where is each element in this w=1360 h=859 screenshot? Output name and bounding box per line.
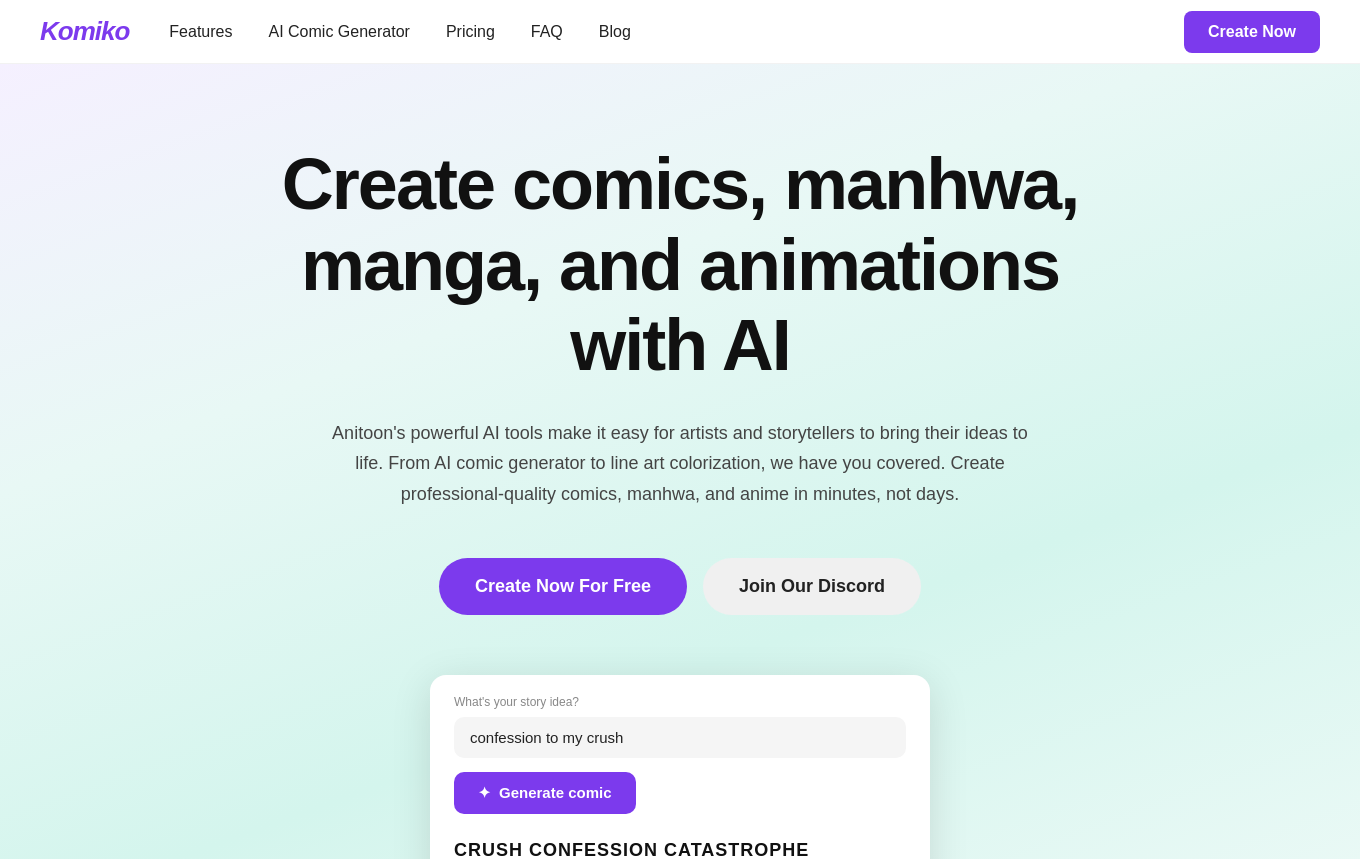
nav-create-now-button[interactable]: Create Now	[1184, 11, 1320, 53]
nav-item-pricing[interactable]: Pricing	[446, 23, 495, 41]
hero-buttons: Create Now For Free Join Our Discord	[439, 558, 921, 615]
navbar: Komiko Features AI Comic Generator Prici…	[0, 0, 1360, 64]
logo[interactable]: Komiko	[40, 16, 129, 47]
hero-subtitle: Anitoon's powerful AI tools make it easy…	[330, 418, 1030, 510]
nav-link-features[interactable]: Features	[169, 23, 232, 40]
demo-card-inner: What's your story idea? confession to my…	[430, 675, 930, 814]
demo-generate-label: Generate comic	[499, 784, 612, 801]
demo-input-value: confession to my crush	[454, 717, 906, 758]
hero-section: Create comics, manhwa, manga, and animat…	[0, 64, 1360, 859]
hero-title: Create comics, manhwa, manga, and animat…	[280, 144, 1080, 386]
logo-text: Komiko	[40, 16, 129, 47]
nav-link-blog[interactable]: Blog	[599, 23, 631, 40]
sparkle-icon: ✦	[478, 784, 491, 802]
nav-item-features[interactable]: Features	[169, 23, 232, 41]
nav-links: Features AI Comic Generator Pricing FAQ …	[169, 23, 1184, 41]
create-now-free-button[interactable]: Create Now For Free	[439, 558, 687, 615]
demo-input-label: What's your story idea?	[454, 695, 906, 709]
nav-link-ai-comic[interactable]: AI Comic Generator	[268, 23, 409, 40]
demo-generate-button[interactable]: ✦ Generate comic	[454, 772, 636, 814]
demo-comic-title: CRUSH CONFESSION CATASTROPHE	[430, 830, 930, 859]
demo-card: What's your story idea? confession to my…	[430, 675, 930, 859]
nav-item-blog[interactable]: Blog	[599, 23, 631, 41]
nav-item-ai-comic[interactable]: AI Comic Generator	[268, 23, 409, 41]
nav-link-faq[interactable]: FAQ	[531, 23, 563, 40]
nav-link-pricing[interactable]: Pricing	[446, 23, 495, 40]
nav-item-faq[interactable]: FAQ	[531, 23, 563, 41]
join-discord-button[interactable]: Join Our Discord	[703, 558, 921, 615]
